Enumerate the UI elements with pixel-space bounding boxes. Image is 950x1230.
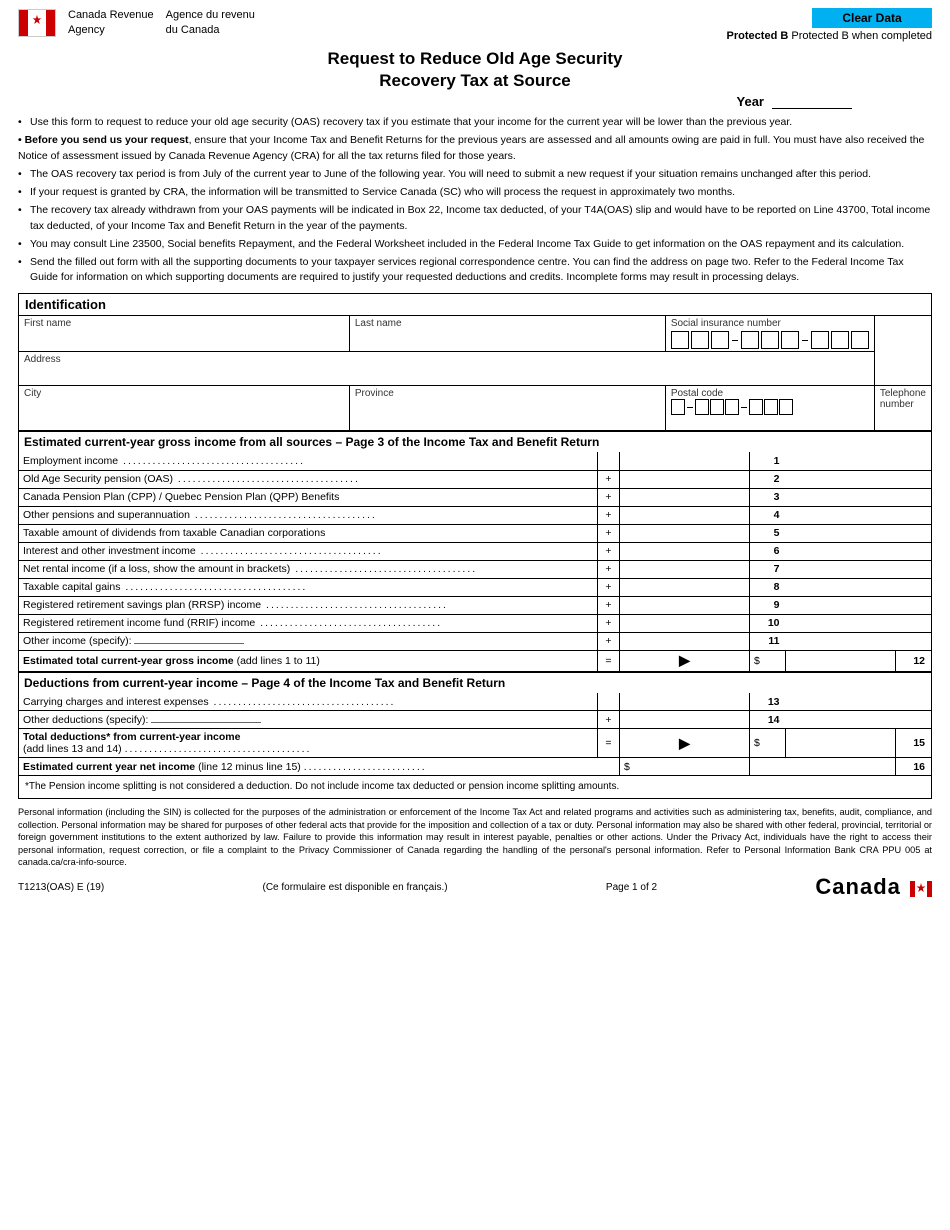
amount-input[interactable] bbox=[620, 560, 750, 578]
table-row: Old Age Security pension (OAS) .........… bbox=[19, 470, 932, 488]
privacy-notice: Personal information (including the SIN)… bbox=[18, 806, 932, 868]
instructions-section: Use this form to request to reduce your … bbox=[18, 115, 932, 285]
address-input[interactable] bbox=[24, 365, 869, 383]
table-row: Taxable capital gains ..................… bbox=[19, 578, 932, 596]
deductions-table: Carrying charges and interest expenses .… bbox=[18, 693, 932, 777]
clear-data-button[interactable]: Clear Data bbox=[812, 8, 932, 28]
french-note: (Ce formulaire est disponible en françai… bbox=[262, 882, 447, 893]
telephone-label: Telephone number bbox=[880, 388, 926, 410]
last-name-input[interactable] bbox=[355, 329, 660, 347]
year-label: Year bbox=[737, 94, 764, 109]
amount-input[interactable] bbox=[620, 542, 750, 560]
table-row: Registered retirement savings plan (RRSP… bbox=[19, 596, 932, 614]
last-name-label: Last name bbox=[355, 318, 660, 329]
canada-wordmark: Canada bbox=[815, 874, 932, 900]
net-income-amount[interactable] bbox=[750, 758, 896, 776]
amount-input[interactable] bbox=[620, 488, 750, 506]
table-row: Other deductions (specify): +14 bbox=[19, 711, 932, 729]
address-label: Address bbox=[24, 354, 869, 365]
amount-input[interactable] bbox=[620, 711, 750, 729]
agency-name: Canada Revenue Agency bbox=[68, 8, 154, 39]
agency-name-fr: Agence du revenu du Canada bbox=[166, 8, 255, 39]
city-label: City bbox=[24, 388, 344, 399]
amount-input[interactable] bbox=[620, 452, 750, 470]
table-row: Taxable amount of dividends from taxable… bbox=[19, 524, 932, 542]
amount-input[interactable] bbox=[620, 578, 750, 596]
total-income-amount[interactable] bbox=[786, 650, 896, 671]
deductions-total-amount[interactable] bbox=[786, 729, 896, 758]
telephone-input[interactable] bbox=[880, 410, 926, 428]
year-input[interactable] bbox=[772, 95, 852, 109]
form-title: Request to Reduce Old Age Security Recov… bbox=[18, 48, 932, 92]
sin-input[interactable] bbox=[671, 331, 869, 349]
deductions-banner: Deductions from current-year income – Pa… bbox=[18, 672, 932, 693]
instruction-item: If your request is granted by CRA, the i… bbox=[18, 185, 932, 200]
city-input[interactable] bbox=[24, 399, 344, 417]
province-input[interactable] bbox=[355, 399, 660, 417]
form-code: T1213(OAS) E (19) bbox=[18, 882, 104, 893]
table-row: Net rental income (if a loss, show the a… bbox=[19, 560, 932, 578]
instruction-item: Use this form to request to reduce your … bbox=[18, 115, 932, 130]
postal-input[interactable] bbox=[671, 399, 869, 415]
amount-input[interactable] bbox=[620, 506, 750, 524]
first-name-input[interactable] bbox=[24, 329, 344, 347]
protected-b-label: Protected B Protected B when completed bbox=[727, 30, 932, 42]
table-row: Registered retirement income fund (RRIF)… bbox=[19, 614, 932, 632]
table-row: Canada Pension Plan (CPP) / Quebec Pensi… bbox=[19, 488, 932, 506]
instruction-item: You may consult Line 23500, Social benef… bbox=[18, 237, 932, 252]
amount-input[interactable] bbox=[620, 470, 750, 488]
amount-input[interactable] bbox=[620, 693, 750, 711]
instruction-item: • Before you send us your request, ensur… bbox=[18, 133, 932, 163]
table-row: Other income (specify): +11 bbox=[19, 632, 932, 650]
amount-input[interactable] bbox=[620, 614, 750, 632]
income-lines-table: Employment income ......................… bbox=[18, 452, 932, 672]
table-row: Carrying charges and interest expenses .… bbox=[19, 693, 932, 711]
page-label: Page 1 of 2 bbox=[606, 882, 657, 893]
instruction-item: The OAS recovery tax period is from July… bbox=[18, 167, 932, 182]
amount-input[interactable] bbox=[620, 632, 750, 650]
canada-flag-icon bbox=[18, 9, 56, 37]
identification-header: Identification bbox=[18, 293, 932, 315]
table-row: Other pensions and superannuation ......… bbox=[19, 506, 932, 524]
sin-label: Social insurance number bbox=[671, 318, 869, 329]
net-income-row: Estimated current year net income (line … bbox=[19, 758, 932, 776]
flag-wordmark-icon bbox=[910, 878, 932, 900]
identification-table: First name Last name Social insurance nu… bbox=[18, 315, 932, 431]
amount-input[interactable] bbox=[620, 596, 750, 614]
first-name-label: First name bbox=[24, 318, 344, 329]
total-row: Estimated total current-year gross incom… bbox=[19, 650, 932, 671]
table-row: Employment income ......................… bbox=[19, 452, 932, 470]
pension-footnote: *The Pension income splitting is not con… bbox=[18, 776, 932, 799]
instruction-item: The recovery tax already withdrawn from … bbox=[18, 203, 932, 233]
province-label: Province bbox=[355, 388, 660, 399]
instruction-item: Send the filled out form with all the su… bbox=[18, 255, 932, 285]
table-row: Interest and other investment income ...… bbox=[19, 542, 932, 560]
postal-label: Postal code bbox=[671, 388, 869, 399]
deductions-total-row: Total deductions* from current-year inco… bbox=[19, 729, 932, 758]
estimated-income-banner: Estimated current-year gross income from… bbox=[18, 431, 932, 452]
amount-input[interactable] bbox=[620, 524, 750, 542]
